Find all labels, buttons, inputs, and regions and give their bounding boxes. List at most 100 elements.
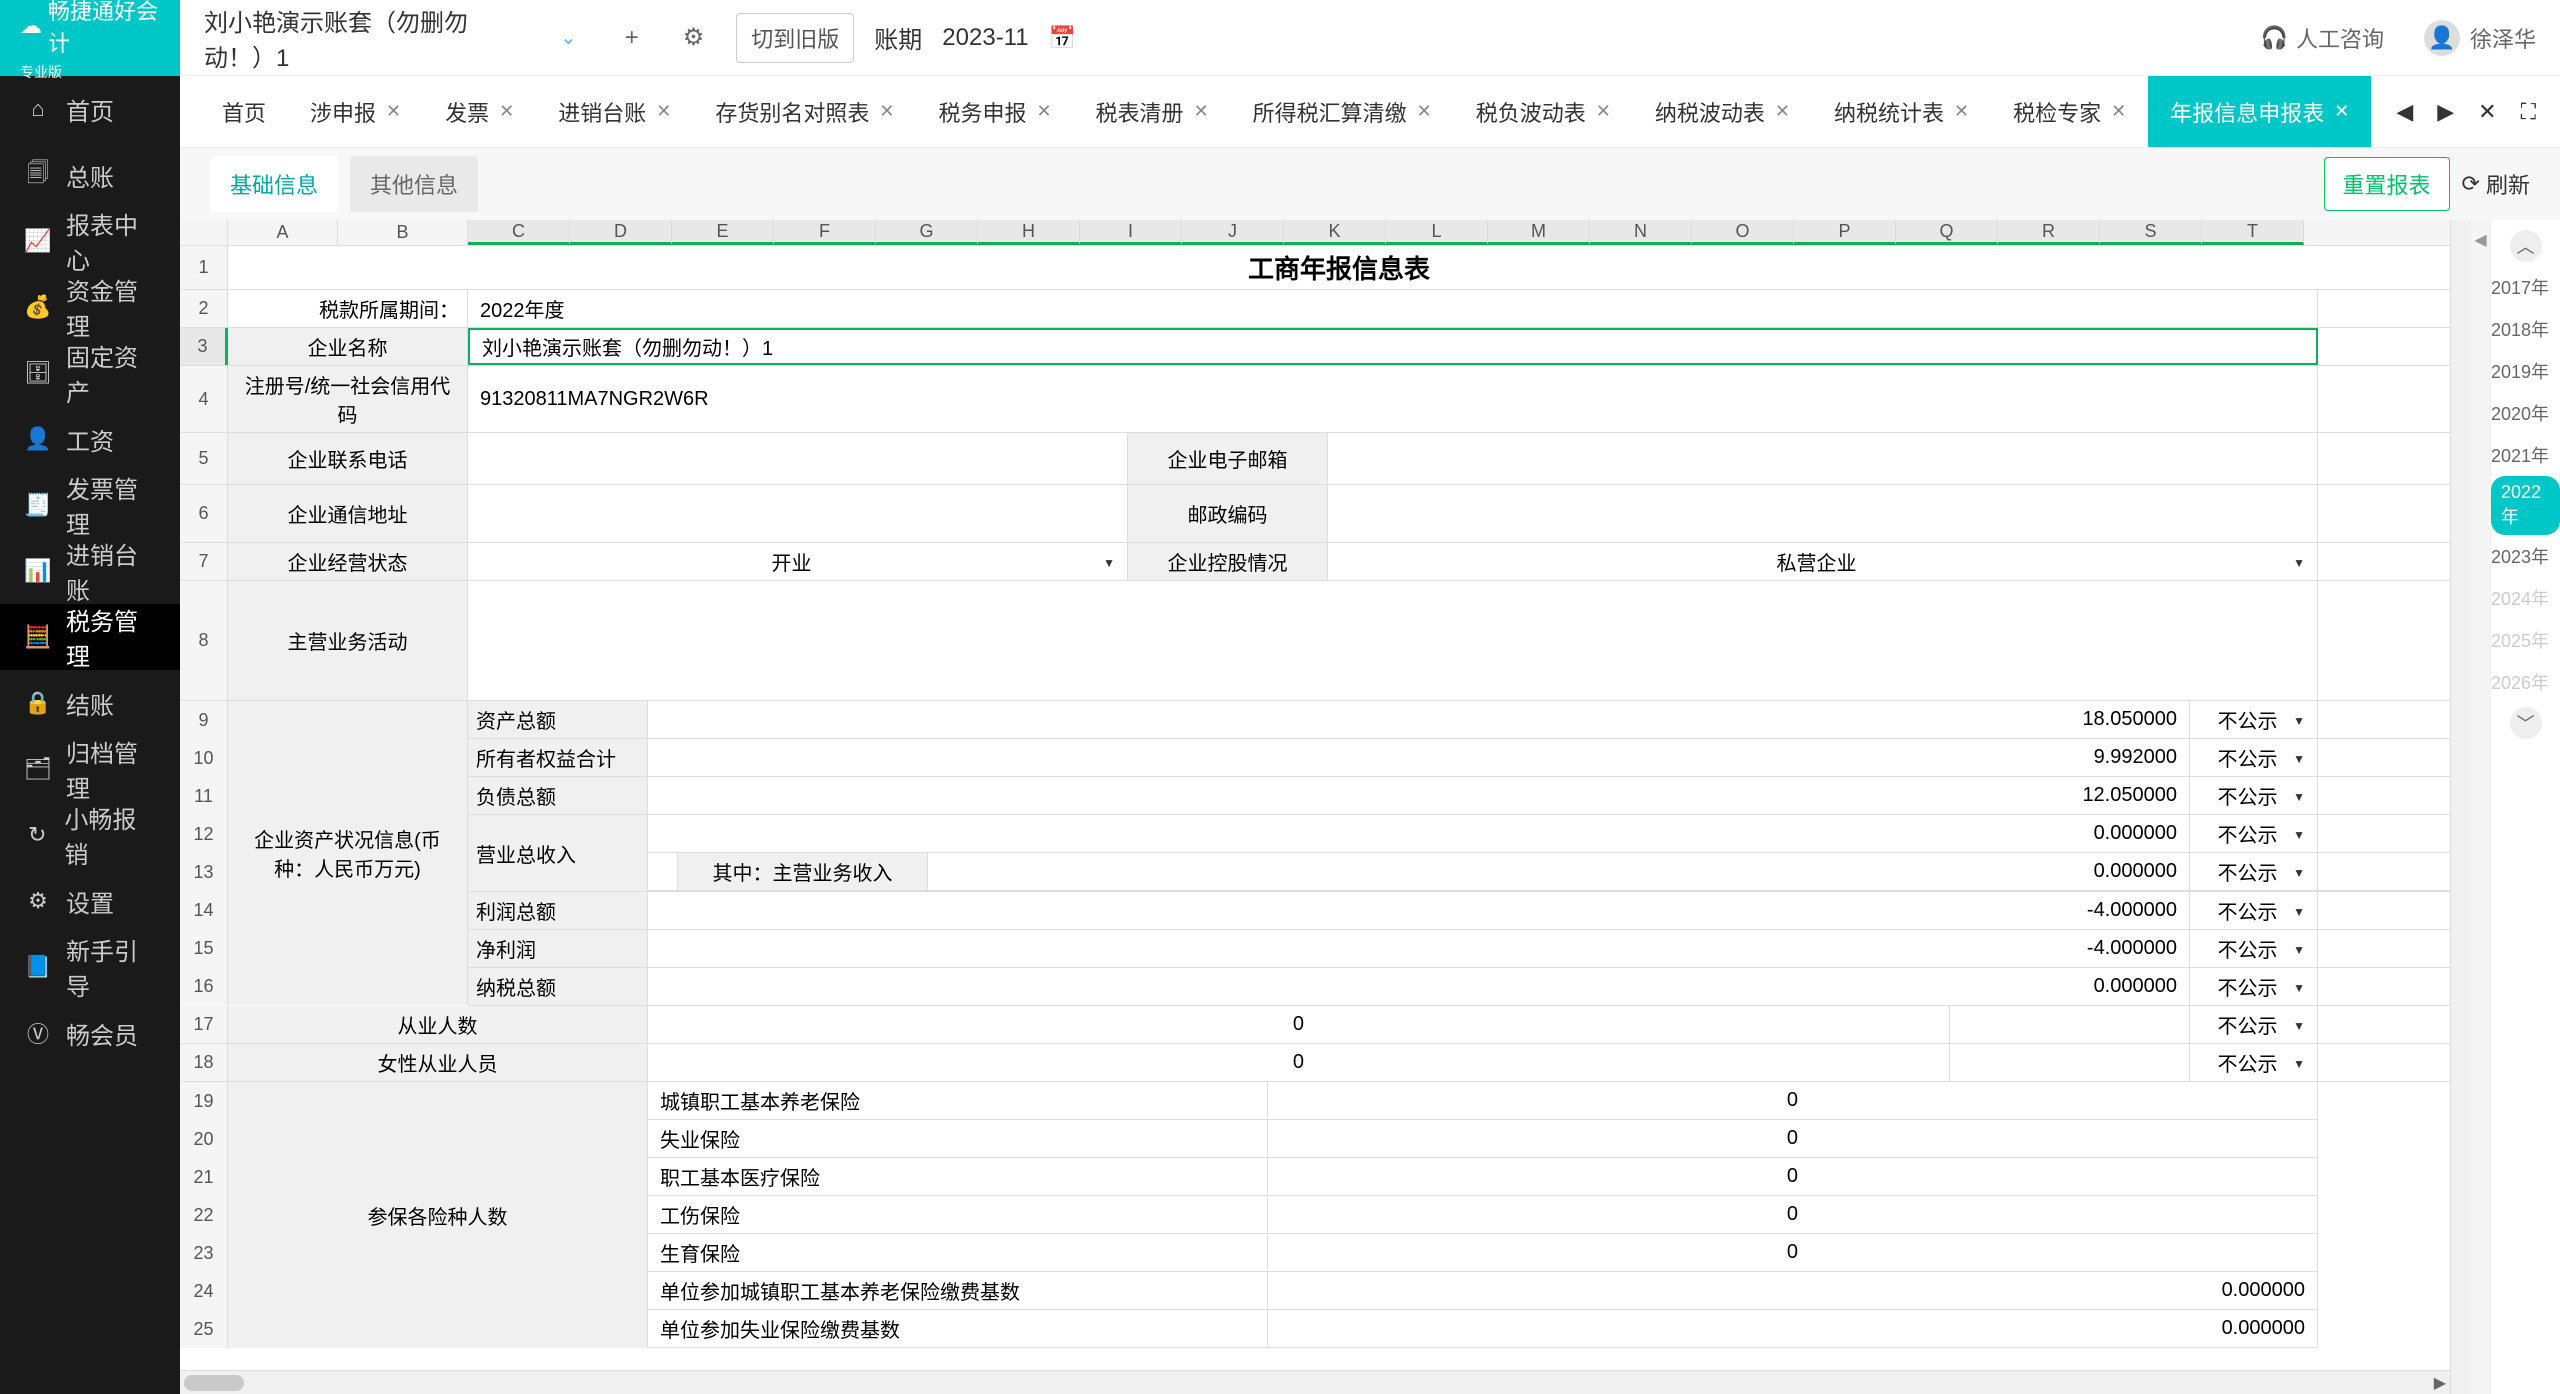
sidebar-item-11[interactable]: ↻小畅报销	[0, 802, 180, 868]
tab-5[interactable]: 税务申报✕	[916, 76, 1073, 147]
sidebar-item-4[interactable]: 🗄固定资产	[0, 340, 180, 406]
chevron-down-icon[interactable]: ⌄	[544, 25, 593, 50]
tabs-close-all-button[interactable]: ✕	[2466, 99, 2508, 125]
sidebar-item-13[interactable]: 📘新手引导	[0, 934, 180, 1000]
subtab-basic-info[interactable]: 基础信息	[210, 156, 338, 212]
col-header-C[interactable]: C	[468, 220, 570, 245]
sidebar-item-7[interactable]: 📊进销台账	[0, 538, 180, 604]
selected-cell[interactable]: 刘小艳演示账套（勿删勿动！）1	[468, 328, 2318, 365]
tab-11[interactable]: 税检专家✕	[1991, 76, 2148, 147]
tab-6[interactable]: 税表清册✕	[1074, 76, 1231, 147]
calendar-icon[interactable]: 📅	[1049, 25, 1076, 51]
tab-close-icon[interactable]: ✕	[656, 101, 671, 122]
tab-3[interactable]: 进销台账✕	[536, 76, 693, 147]
year-option-2023年[interactable]: 2023年	[2491, 535, 2560, 577]
col-header-A[interactable]: A	[228, 220, 338, 245]
year-down-button[interactable]: ﹀	[2510, 707, 2542, 739]
sidebar-item-8[interactable]: 🧮税务管理	[0, 604, 180, 670]
sidebar-item-12[interactable]: ⚙设置	[0, 868, 180, 934]
col-header-M[interactable]: M	[1488, 220, 1590, 245]
col-header-Q[interactable]: Q	[1896, 220, 1998, 245]
sidebar-icon: 👤	[26, 427, 50, 451]
col-header-O[interactable]: O	[1692, 220, 1794, 245]
consult-button[interactable]: 🎧人工咨询	[2261, 22, 2384, 54]
period-value[interactable]: 2023-11	[942, 24, 1028, 52]
horizontal-scrollbar[interactable]: ▶	[180, 1370, 2450, 1394]
tab-9[interactable]: 纳税波动表✕	[1633, 76, 1812, 147]
year-up-button[interactable]: ︿	[2510, 230, 2542, 262]
col-header-R[interactable]: R	[1998, 220, 2100, 245]
tab-close-icon[interactable]: ✕	[2334, 101, 2349, 122]
col-header-I[interactable]: I	[1080, 220, 1182, 245]
row-header[interactable]: 1	[180, 246, 228, 289]
vertical-scrollbar[interactable]	[2450, 220, 2470, 1394]
refresh-icon: ⟳	[2462, 171, 2480, 197]
reset-report-button[interactable]: 重置报表	[2324, 157, 2450, 211]
col-header-H[interactable]: H	[978, 220, 1080, 245]
collapse-year-rail-button[interactable]: ◀	[2470, 220, 2490, 1394]
tab-1[interactable]: 涉申报✕	[288, 76, 423, 147]
year-option-2020年[interactable]: 2020年	[2491, 392, 2560, 434]
refresh-button[interactable]: ⟳刷新	[2462, 168, 2530, 200]
col-header-T[interactable]: T	[2202, 220, 2304, 245]
holding-status-dropdown[interactable]: 私营企业	[1328, 543, 2318, 580]
sidebar-item-6[interactable]: 🧾发票管理	[0, 472, 180, 538]
subtab-other-info[interactable]: 其他信息	[350, 156, 478, 212]
tab-close-icon[interactable]: ✕	[2111, 101, 2126, 122]
year-option-2021年[interactable]: 2021年	[2491, 434, 2560, 476]
tab-12[interactable]: 年报信息申报表✕	[2148, 76, 2371, 147]
tab-close-icon[interactable]: ✕	[1775, 101, 1790, 122]
col-header-J[interactable]: J	[1182, 220, 1284, 245]
tab-close-icon[interactable]: ✕	[1194, 101, 1209, 122]
tab-8[interactable]: 税负波动表✕	[1454, 76, 1633, 147]
fullscreen-button[interactable]: ⛶	[2509, 99, 2548, 125]
account-settings-button[interactable]: ⚙	[671, 23, 717, 52]
sidebar-item-3[interactable]: 💰资金管理	[0, 274, 180, 340]
year-option-2019年[interactable]: 2019年	[2491, 350, 2560, 392]
col-header-D[interactable]: D	[570, 220, 672, 245]
account-selector-name[interactable]: 刘小艳演示账套（勿删勿动！）1	[204, 3, 524, 73]
tab-4[interactable]: 存货别名对照表✕	[693, 76, 916, 147]
tab-2[interactable]: 发票✕	[423, 76, 536, 147]
sidebar-item-1[interactable]: 🗐总账	[0, 142, 180, 208]
business-status-dropdown[interactable]: 开业	[468, 543, 1128, 580]
col-header-G[interactable]: G	[876, 220, 978, 245]
sidebar-item-5[interactable]: 👤工资	[0, 406, 180, 472]
col-header-N[interactable]: N	[1590, 220, 1692, 245]
col-header-S[interactable]: S	[2100, 220, 2202, 245]
year-option-2025年[interactable]: 2025年	[2491, 619, 2560, 661]
publicity-dropdown[interactable]: 不公示	[2190, 701, 2318, 738]
col-header-E[interactable]: E	[672, 220, 774, 245]
tabs-next-button[interactable]: ▶	[2425, 99, 2466, 125]
tabs-prev-button[interactable]: ◀	[2384, 99, 2425, 125]
sidebar-item-0[interactable]: ⌂首页	[0, 76, 180, 142]
switch-old-version-button[interactable]: 切到旧版	[736, 13, 854, 63]
sidebar-item-2[interactable]: 📈报表中心	[0, 208, 180, 274]
year-option-2024年[interactable]: 2024年	[2491, 577, 2560, 619]
col-header-B[interactable]: B	[338, 220, 468, 245]
spreadsheet-grid[interactable]: 1 工商年报信息表 2 税款所属期间： 2022年度 3 企业名称 刘小艳演示账…	[180, 246, 2450, 1370]
col-header-P[interactable]: P	[1794, 220, 1896, 245]
col-header-F[interactable]: F	[774, 220, 876, 245]
tab-close-icon[interactable]: ✕	[386, 101, 401, 122]
col-header-K[interactable]: K	[1284, 220, 1386, 245]
year-option-2026年[interactable]: 2026年	[2491, 661, 2560, 703]
tab-7[interactable]: 所得税汇算清缴✕	[1231, 76, 1454, 147]
tab-close-icon[interactable]: ✕	[879, 101, 894, 122]
add-account-button[interactable]: +	[613, 24, 651, 52]
tab-close-icon[interactable]: ✕	[1417, 101, 1432, 122]
tab-close-icon[interactable]: ✕	[499, 101, 514, 122]
tab-close-icon[interactable]: ✕	[1036, 101, 1051, 122]
user-menu[interactable]: 👤 徐泽华	[2424, 20, 2536, 56]
tab-close-icon[interactable]: ✕	[1596, 101, 1611, 122]
sidebar-item-10[interactable]: 🗂归档管理	[0, 736, 180, 802]
tab-0[interactable]: 首页	[200, 76, 288, 147]
tab-10[interactable]: 纳税统计表✕	[1812, 76, 1991, 147]
year-option-2018年[interactable]: 2018年	[2491, 308, 2560, 350]
year-option-2017年[interactable]: 2017年	[2491, 266, 2560, 308]
year-option-2022年[interactable]: 2022年	[2491, 476, 2560, 535]
col-header-L[interactable]: L	[1386, 220, 1488, 245]
sidebar-item-14[interactable]: Ⓥ畅会员	[0, 1000, 180, 1066]
tab-close-icon[interactable]: ✕	[1954, 101, 1969, 122]
sidebar-item-9[interactable]: 🔒结账	[0, 670, 180, 736]
